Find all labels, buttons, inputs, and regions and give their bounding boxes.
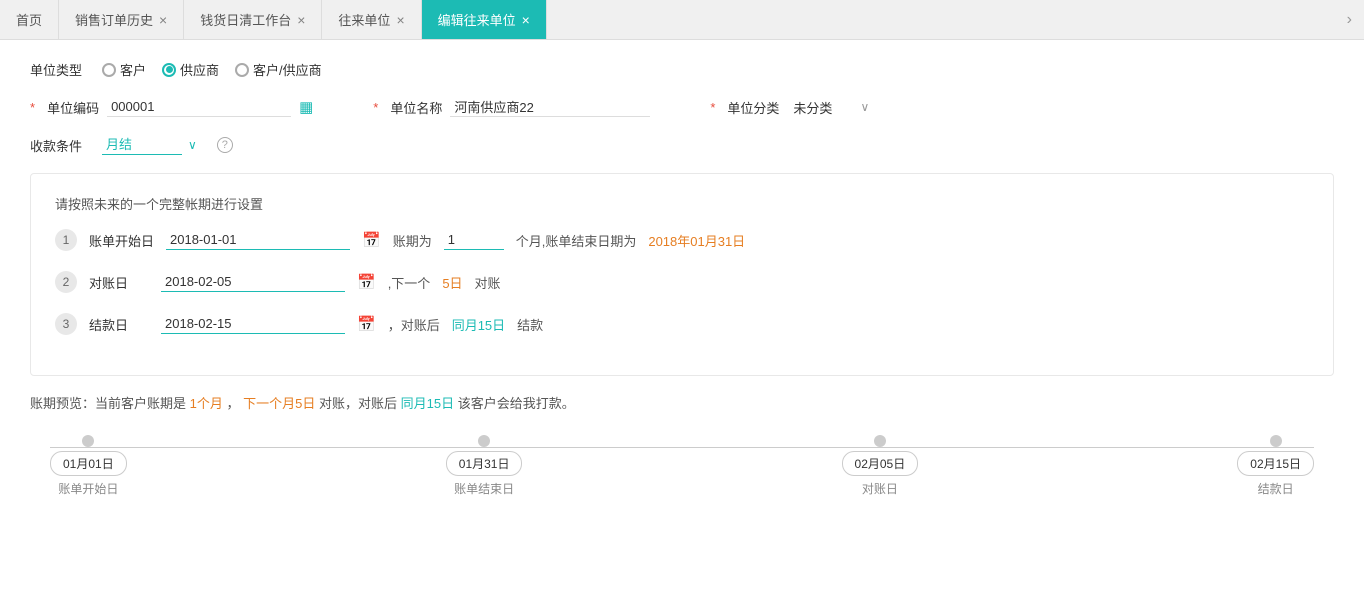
step-2-prefix: ,下一个	[388, 273, 431, 292]
tab-cash-reconciliation[interactable]: 钱货日清工作台 ×	[184, 0, 322, 39]
preview-suffix: 该客户会给我打款。	[458, 396, 575, 411]
close-sales-history[interactable]: ×	[159, 13, 167, 27]
tab-expand-button[interactable]: ›	[1335, 0, 1364, 39]
step-2-cal[interactable]: 📅	[357, 273, 376, 291]
main-content: 单位类型 客户 供应商 客户/供应商 * 单位编码 ▦ * 单位名称	[0, 40, 1364, 608]
payment-terms-label: 收款条件	[30, 136, 82, 155]
preview-next-day: 下一个月5日	[243, 396, 315, 411]
step-2-date[interactable]	[161, 272, 345, 292]
tab-sales-history[interactable]: 销售订单历史 ×	[59, 0, 184, 39]
unit-category-label: 单位分类	[727, 98, 779, 117]
close-partner-units[interactable]: ×	[396, 13, 404, 27]
timeline-label-reconcile: 对账日	[862, 480, 898, 497]
preview-settle-day: 同月15日	[401, 396, 454, 411]
payment-terms-wrapper: 月结 ∨	[102, 135, 197, 155]
step-3-date[interactable]	[161, 314, 345, 334]
step-1-suffix: 账期为	[393, 231, 432, 250]
radio-customer-label: 客户	[120, 60, 146, 79]
preview-period: 1个月	[190, 396, 223, 411]
step-3-num: 3	[55, 313, 77, 335]
timeline-point-reconcile: 02月05日 对账日	[842, 435, 919, 497]
timeline-date-reconcile: 02月05日	[842, 451, 919, 476]
unit-code-input[interactable]	[107, 97, 291, 117]
step-3-row: 3 结款日 📅 ，对账后 同月15日 结款	[55, 313, 1309, 335]
unit-category-group: * 单位分类 未分类 ∨	[710, 98, 869, 117]
radio-supplier[interactable]: 供应商	[162, 60, 219, 79]
unit-name-group: * 单位名称	[373, 97, 650, 117]
timeline-dot-start	[82, 435, 94, 447]
unit-code-label: 单位编码	[47, 98, 99, 117]
tab-home[interactable]: 首页	[0, 0, 59, 39]
timeline-container: 01月01日 账单开始日 01月31日 账单结束日 02月05日 对账日 02月…	[30, 435, 1334, 537]
preview-prefix: 账期预览：当前客户账期是	[30, 396, 186, 411]
timeline-point-start: 01月01日 账单开始日	[50, 435, 127, 497]
radio-customer-supplier[interactable]: 客户/供应商	[235, 60, 322, 79]
radio-customer[interactable]: 客户	[102, 60, 146, 79]
timeline-label-start: 账单开始日	[58, 480, 118, 497]
card-title: 请按照未来的一个完整帐期进行设置	[55, 194, 1309, 213]
tab-bar: 首页 销售订单历史 × 钱货日清工作台 × 往来单位 × 编辑往来单位 × ›	[0, 0, 1364, 40]
radio-supplier-circle	[162, 63, 176, 77]
step-3-highlight: 同月15日	[452, 315, 505, 334]
step-1-cal[interactable]: 📅	[362, 231, 381, 249]
step-1-row: 1 账单开始日 📅 账期为 个月,账单结束日期为 2018年01月31日	[55, 229, 1309, 251]
step-1-period[interactable]	[444, 230, 504, 250]
unit-category-arrow[interactable]: ∨	[860, 100, 869, 114]
step-1-num: 1	[55, 229, 77, 251]
timeline-dot-settle	[1270, 435, 1282, 447]
timeline-point-settle: 02月15日 结款日	[1237, 435, 1314, 497]
unit-type-row: 单位类型 客户 供应商 客户/供应商	[30, 60, 1334, 79]
step-2-label: 对账日	[89, 273, 149, 292]
timeline-points: 01月01日 账单开始日 01月31日 账单结束日 02月05日 对账日 02月…	[50, 435, 1314, 497]
timeline-label-end: 账单结束日	[454, 480, 514, 497]
timeline-date-end: 01月31日	[446, 451, 523, 476]
close-cash-reconciliation[interactable]: ×	[297, 13, 305, 27]
settings-card: 请按照未来的一个完整帐期进行设置 1 账单开始日 📅 账期为 个月,账单结束日期…	[30, 173, 1334, 376]
payment-terms-select[interactable]: 月结	[102, 135, 182, 155]
timeline-dot-reconcile	[874, 435, 886, 447]
step-1-label: 账单开始日	[89, 231, 154, 250]
payment-terms-row: 收款条件 月结 ∨ ?	[30, 135, 1334, 155]
timeline-date-start: 01月01日	[50, 451, 127, 476]
unit-type-label: 单位类型	[30, 60, 82, 79]
step-3-cal[interactable]: 📅	[357, 315, 376, 333]
preview-mid1: ，	[227, 396, 240, 411]
preview-text: 账期预览：当前客户账期是 1个月 ， 下一个月5日 对账，对账后 同月15日 该…	[30, 392, 1334, 415]
unit-category-value: 未分类	[793, 98, 832, 117]
step-1-date[interactable]	[166, 230, 350, 250]
unit-type-radio-group: 客户 供应商 客户/供应商	[102, 60, 322, 79]
step-3-rest: 结款	[517, 315, 543, 334]
unit-code-group: * 单位编码 ▦	[30, 97, 313, 117]
unit-details-row: * 单位编码 ▦ * 单位名称 * 单位分类 未分类 ∨	[30, 97, 1334, 117]
step-3-prefix: ，对账后	[388, 315, 440, 334]
timeline-date-settle: 02月15日	[1237, 451, 1314, 476]
step-3-label: 结款日	[89, 315, 149, 334]
preview-mid2: 对账，对账后	[319, 396, 397, 411]
timeline-label-settle: 结款日	[1258, 480, 1294, 497]
close-edit-partner[interactable]: ×	[522, 13, 530, 27]
timeline-dot-end	[478, 435, 490, 447]
tab-edit-partner[interactable]: 编辑往来单位 ×	[422, 0, 547, 39]
radio-customer-circle	[102, 63, 116, 77]
unit-name-label: 单位名称	[390, 98, 442, 117]
step-2-rest: 对账	[475, 273, 501, 292]
help-icon[interactable]: ?	[217, 137, 233, 153]
tab-partner-units[interactable]: 往来单位 ×	[322, 0, 421, 39]
timeline-point-end: 01月31日 账单结束日	[446, 435, 523, 497]
step-2-highlight: 5日	[442, 273, 462, 292]
step-1-end-date: 2018年01月31日	[648, 231, 745, 250]
step-2-row: 2 对账日 📅 ,下一个 5日 对账	[55, 271, 1309, 293]
step-2-num: 2	[55, 271, 77, 293]
unit-name-input[interactable]	[450, 97, 650, 117]
step-1-note: 个月,账单结束日期为	[516, 231, 637, 250]
unit-code-icon[interactable]: ▦	[299, 98, 313, 116]
radio-customer-supplier-label: 客户/供应商	[253, 60, 322, 79]
radio-supplier-label: 供应商	[180, 60, 219, 79]
radio-customer-supplier-circle	[235, 63, 249, 77]
payment-terms-arrow: ∨	[188, 138, 197, 152]
